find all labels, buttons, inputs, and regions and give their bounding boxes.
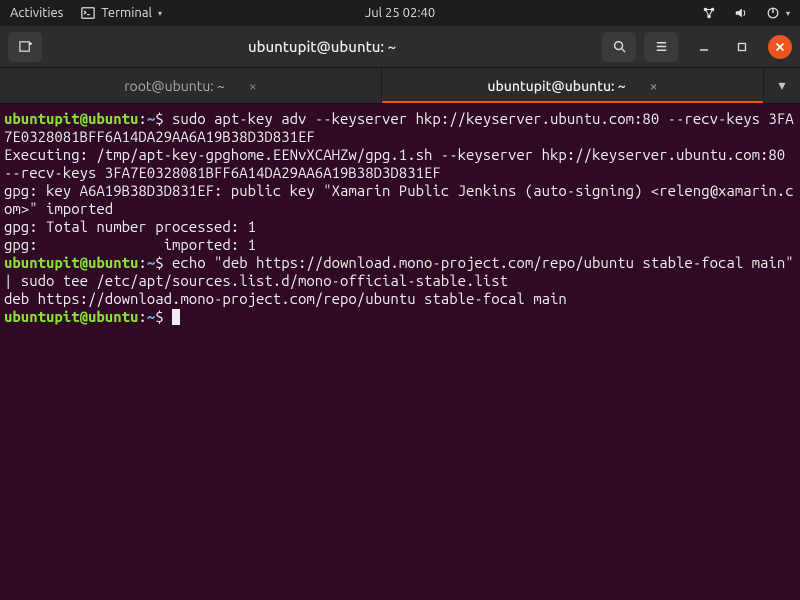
network-icon — [702, 6, 716, 20]
close-icon — [775, 42, 785, 52]
app-menu-label: Terminal — [101, 6, 152, 20]
gnome-top-bar: Activities Terminal ▾ Jul 25 02:40 ▾ — [0, 0, 800, 26]
output-line: gpg: Total number processed: 1 — [4, 218, 256, 235]
output-line: gpg: key A6A19B38D3D831EF: public key "X… — [4, 182, 794, 217]
tab-overflow-button[interactable]: ▾ — [764, 68, 800, 103]
volume-indicator[interactable] — [734, 6, 748, 20]
prompt-user: ubuntupit@ubuntu — [4, 308, 138, 325]
tab-bar: root@ubuntu: ~ × ubuntupit@ubuntu: ~ × ▾ — [0, 68, 800, 104]
prompt-sep: : — [138, 110, 146, 127]
new-tab-button[interactable] — [8, 32, 42, 62]
new-tab-icon — [18, 39, 33, 54]
tab-label: root@ubuntu: ~ — [124, 78, 225, 94]
hamburger-icon — [654, 39, 669, 54]
prompt-path: ~ — [147, 110, 155, 127]
tab-root[interactable]: root@ubuntu: ~ × — [0, 68, 382, 103]
terminal-icon — [81, 6, 95, 20]
prompt-path: ~ — [147, 308, 155, 325]
close-button[interactable] — [768, 35, 792, 59]
maximize-icon — [737, 42, 747, 52]
chevron-down-icon: ▾ — [786, 9, 790, 18]
window-title: ubuntupit@ubuntu: ~ — [50, 38, 594, 55]
output-line: deb https://download.mono-project.com/re… — [4, 290, 567, 307]
maximize-button[interactable] — [730, 35, 754, 59]
minimize-button[interactable] — [692, 35, 716, 59]
prompt-sigil: $ — [155, 110, 163, 127]
volume-icon — [734, 6, 748, 20]
output-line: Executing: /tmp/apt-key-gpghome.EENvXCAH… — [4, 146, 794, 181]
terminal-cursor — [172, 309, 180, 325]
tab-close-button[interactable]: × — [650, 78, 658, 94]
prompt-sep: : — [138, 308, 146, 325]
chevron-down-icon: ▾ — [158, 9, 162, 18]
chevron-down-icon: ▾ — [778, 77, 785, 94]
clock[interactable]: Jul 25 02:40 — [365, 6, 435, 20]
tab-label: ubuntupit@ubuntu: ~ — [487, 78, 625, 94]
tab-close-button[interactable]: × — [249, 78, 257, 94]
terminal-viewport[interactable]: ubuntupit@ubuntu:~$ sudo apt-key adv --k… — [0, 104, 800, 600]
activities-button[interactable]: Activities — [10, 6, 63, 20]
activities-label: Activities — [10, 6, 63, 20]
tab-ubuntupit[interactable]: ubuntupit@ubuntu: ~ × — [382, 68, 764, 103]
hamburger-menu-button[interactable] — [644, 32, 678, 62]
power-icon — [766, 6, 780, 20]
search-icon — [612, 39, 627, 54]
minimize-icon — [699, 42, 709, 52]
app-menu[interactable]: Terminal ▾ — [81, 6, 162, 20]
prompt-sigil: $ — [155, 308, 163, 325]
window-titlebar: ubuntupit@ubuntu: ~ — [0, 26, 800, 68]
network-indicator[interactable] — [702, 6, 716, 20]
search-button[interactable] — [602, 32, 636, 62]
prompt-sigil: $ — [155, 254, 163, 271]
prompt-path: ~ — [147, 254, 155, 271]
prompt-user: ubuntupit@ubuntu — [4, 254, 138, 271]
output-line: gpg: imported: 1 — [4, 236, 256, 253]
clock-label: Jul 25 02:40 — [365, 6, 435, 20]
prompt-user: ubuntupit@ubuntu — [4, 110, 138, 127]
power-menu[interactable]: ▾ — [766, 6, 790, 20]
prompt-sep: : — [138, 254, 146, 271]
